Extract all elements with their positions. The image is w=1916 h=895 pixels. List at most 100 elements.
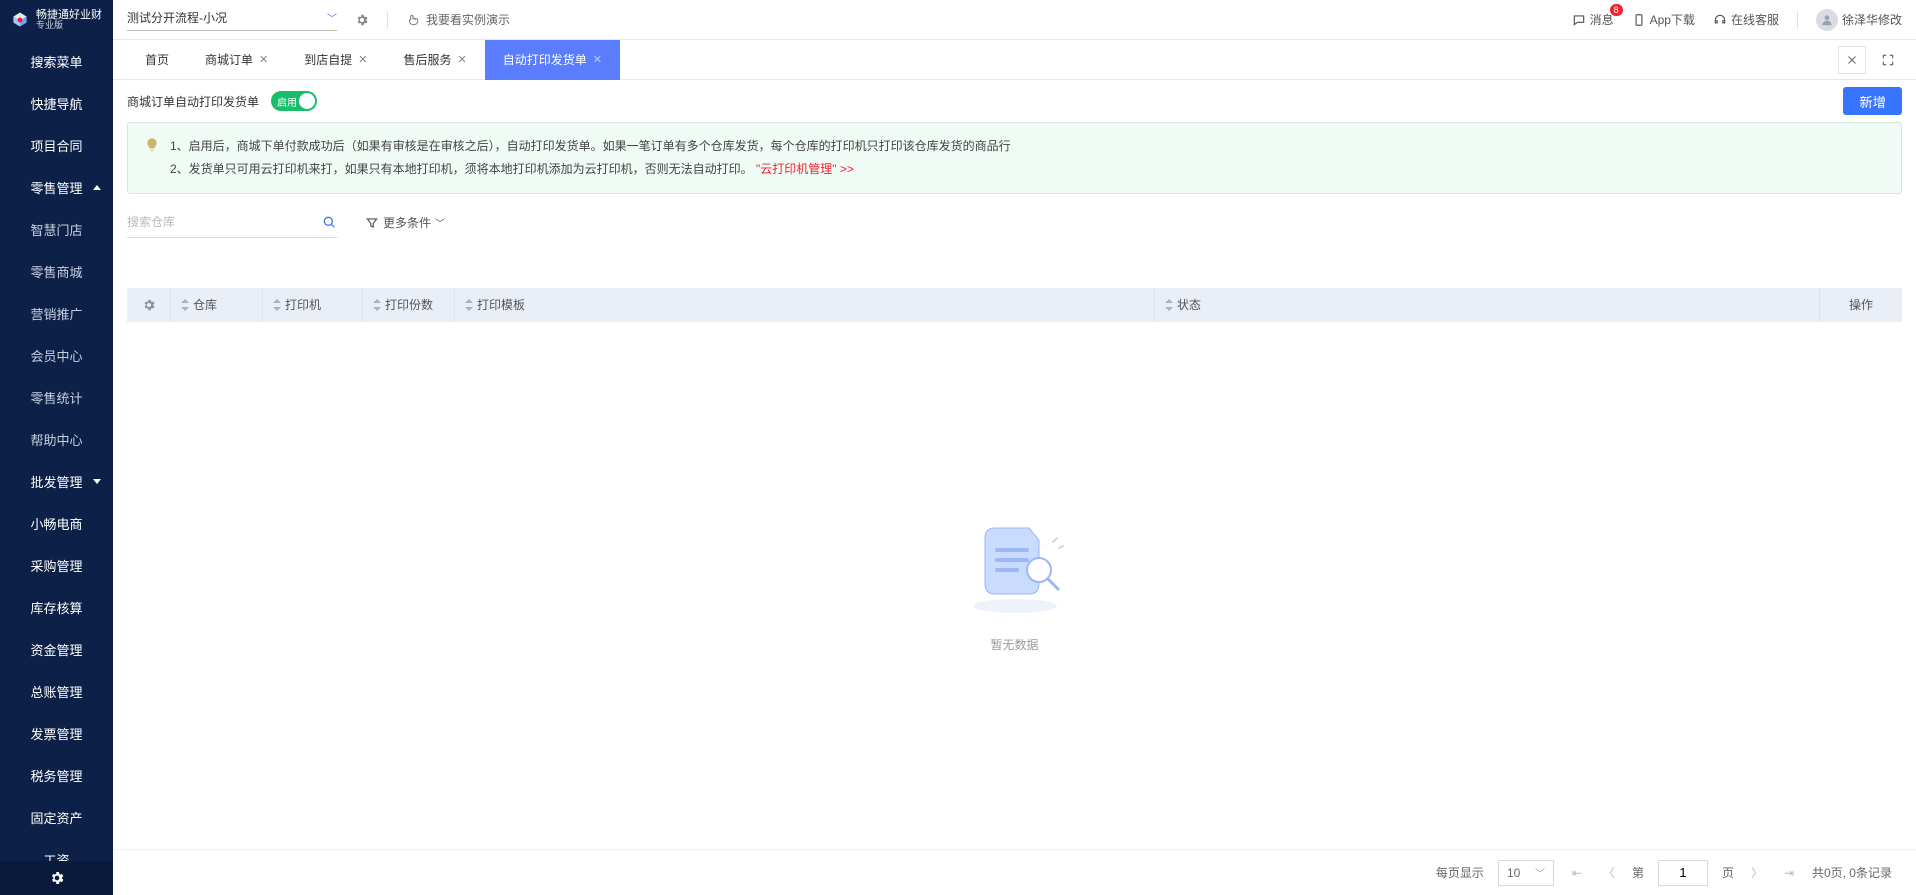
sidebar-item-label: 搜索菜单 — [30, 52, 82, 71]
tab-close-icon[interactable]: ✕ — [593, 53, 602, 66]
new-button[interactable]: 新增 — [1843, 87, 1902, 115]
tab-close-icon[interactable]: ✕ — [259, 53, 268, 66]
sidebar-settings[interactable] — [0, 861, 113, 895]
sidebar-item[interactable]: 总账管理 — [0, 670, 113, 712]
next-page-button[interactable]: 〉 — [1748, 864, 1766, 882]
brand-icon — [10, 10, 30, 30]
sidebar-group[interactable]: 批发管理 — [0, 460, 113, 502]
hand-icon — [406, 13, 420, 27]
warehouse-search[interactable] — [127, 208, 337, 238]
page-toolbar: 商城订单自动打印发货单 启用 新增 — [113, 80, 1916, 122]
col-template[interactable]: 打印模板 — [455, 288, 1155, 322]
tab-close-icon[interactable]: ✕ — [458, 53, 467, 66]
first-page-button[interactable]: ⇤ — [1568, 864, 1586, 882]
column-settings-button[interactable] — [127, 288, 171, 322]
sidebar-item[interactable]: 固定资产 — [0, 796, 113, 838]
col-warehouse[interactable]: 仓库 — [171, 288, 263, 322]
sidebar-item-label: 税务管理 — [30, 766, 82, 785]
sidebar-item-label: 快捷导航 — [30, 94, 82, 113]
sidebar-item-label: 智慧门店 — [30, 220, 82, 239]
sidebar-item-label: 帮助中心 — [30, 430, 82, 449]
tab[interactable]: 售后服务✕ — [385, 40, 484, 80]
app-download-label: App下载 — [1650, 11, 1695, 28]
gear-icon — [49, 870, 65, 886]
sidebar-item-label: 批发管理 — [30, 472, 82, 491]
org-selector[interactable]: 测试分开流程-小况 ﹀ — [127, 9, 337, 31]
topbar: 测试分开流程-小况 ﹀ 我要看实例演示 消息 8 App下载 — [113, 0, 1916, 40]
sidebar-sub-item[interactable]: 会员中心 — [0, 334, 113, 376]
last-page-button[interactable]: ⇥ — [1780, 864, 1798, 882]
sidebar-item[interactable]: 税务管理 — [0, 754, 113, 796]
page-summary: 共0页, 0条记录 — [1812, 864, 1892, 881]
fullscreen-button[interactable] — [1874, 46, 1902, 74]
sidebar-item[interactable]: 发票管理 — [0, 712, 113, 754]
tab-close-icon[interactable]: ✕ — [358, 53, 367, 66]
brand-edition: 专业版 — [36, 21, 102, 31]
sidebar-item-label: 小畅电商 — [30, 514, 82, 533]
tab-label: 到店自提 — [304, 51, 352, 68]
auto-print-toggle[interactable]: 启用 — [271, 91, 317, 111]
app-download-button[interactable]: App下载 — [1632, 11, 1695, 28]
sidebar-item[interactable]: 资金管理 — [0, 628, 113, 670]
sidebar-sub-item[interactable]: 零售统计 — [0, 376, 113, 418]
tab[interactable]: 首页 — [127, 40, 187, 80]
col-printer[interactable]: 打印机 — [263, 288, 363, 322]
demo-link[interactable]: 我要看实例演示 — [406, 11, 510, 28]
sidebar-item-label: 会员中心 — [30, 346, 82, 365]
empty-state: 暂无数据 — [127, 322, 1902, 849]
sidebar-sub-item[interactable]: 营销推广 — [0, 292, 113, 334]
sidebar-item[interactable]: 项目合同 — [0, 124, 113, 166]
cloud-printer-link[interactable]: "云打印机管理" >> — [756, 162, 854, 176]
sidebar-item-label: 发票管理 — [30, 724, 82, 743]
divider — [387, 11, 388, 29]
sort-icon — [373, 299, 381, 311]
sidebar-item[interactable]: 小畅电商 — [0, 502, 113, 544]
sidebar-item-label: 零售管理 — [30, 178, 82, 197]
message-icon — [1572, 13, 1586, 27]
sidebar-group[interactable]: 零售管理 — [0, 166, 113, 208]
sidebar-item[interactable]: 快捷导航 — [0, 82, 113, 124]
sidebar-item-label: 零售商城 — [30, 262, 82, 281]
phone-icon — [1632, 13, 1646, 27]
sidebar-item-label: 营销推广 — [30, 304, 82, 323]
page-input[interactable] — [1658, 860, 1708, 886]
sidebar-item[interactable]: 工资 — [0, 838, 113, 861]
sidebar-sub-item[interactable]: 帮助中心 — [0, 418, 113, 460]
col-copies[interactable]: 打印份数 — [363, 288, 455, 322]
close-icon — [1846, 54, 1858, 66]
gear-icon — [142, 298, 156, 312]
prev-page-button[interactable]: 〈 — [1600, 864, 1618, 882]
message-label: 消息 — [1590, 11, 1614, 28]
filter-bar: 更多条件 ﹀ — [113, 208, 1916, 252]
tab[interactable]: 到店自提 ✕ — [286, 40, 385, 80]
sidebar-item[interactable]: 库存核算 — [0, 586, 113, 628]
table: 仓库 打印机 打印份数 打印模板 状态 操作 暂无数据 — [127, 288, 1902, 849]
pagination: 每页显示 10 ﹀ ⇤ 〈 第 页 〉 ⇥ 共0页, 0条记录 — [113, 849, 1916, 895]
col-status[interactable]: 状态 — [1155, 288, 1820, 322]
sidebar-sub-item[interactable]: 智慧门店 — [0, 208, 113, 250]
more-filters-button[interactable]: 更多条件 ﹀ — [365, 214, 445, 231]
filter-icon — [365, 216, 379, 230]
tab[interactable]: 自动打印发货单✕ — [485, 40, 620, 80]
sidebar-sub-item[interactable]: 零售商城 — [0, 250, 113, 292]
col-warehouse-label: 仓库 — [193, 296, 217, 313]
sidebar-item[interactable]: 搜索菜单 — [0, 40, 113, 82]
col-ops-label: 操作 — [1849, 296, 1873, 313]
per-page-select[interactable]: 10 ﹀ — [1498, 860, 1554, 886]
demo-link-label: 我要看实例演示 — [426, 11, 510, 28]
divider — [1797, 11, 1798, 29]
sidebar-item-label: 总账管理 — [30, 682, 82, 701]
tip-line-1: 1、启用后，商城下单付款成功后（如果有审核是在审核之后），自动打印发货单。如果一… — [170, 135, 1011, 158]
tab[interactable]: 商城订单✕ — [187, 40, 286, 80]
online-service-button[interactable]: 在线客服 — [1713, 11, 1779, 28]
empty-illustration-icon — [955, 518, 1075, 618]
per-page-value: 10 — [1507, 866, 1520, 880]
more-filters-label: 更多条件 — [383, 214, 431, 231]
warehouse-search-input[interactable] — [127, 215, 313, 229]
message-button[interactable]: 消息 8 — [1572, 11, 1614, 28]
user-name: 徐泽华修改 — [1842, 11, 1902, 28]
user-menu[interactable]: 徐泽华修改 — [1816, 9, 1902, 31]
org-settings-icon[interactable] — [355, 13, 369, 27]
sidebar-item[interactable]: 采购管理 — [0, 544, 113, 586]
tab-close-all-button[interactable] — [1838, 46, 1866, 74]
